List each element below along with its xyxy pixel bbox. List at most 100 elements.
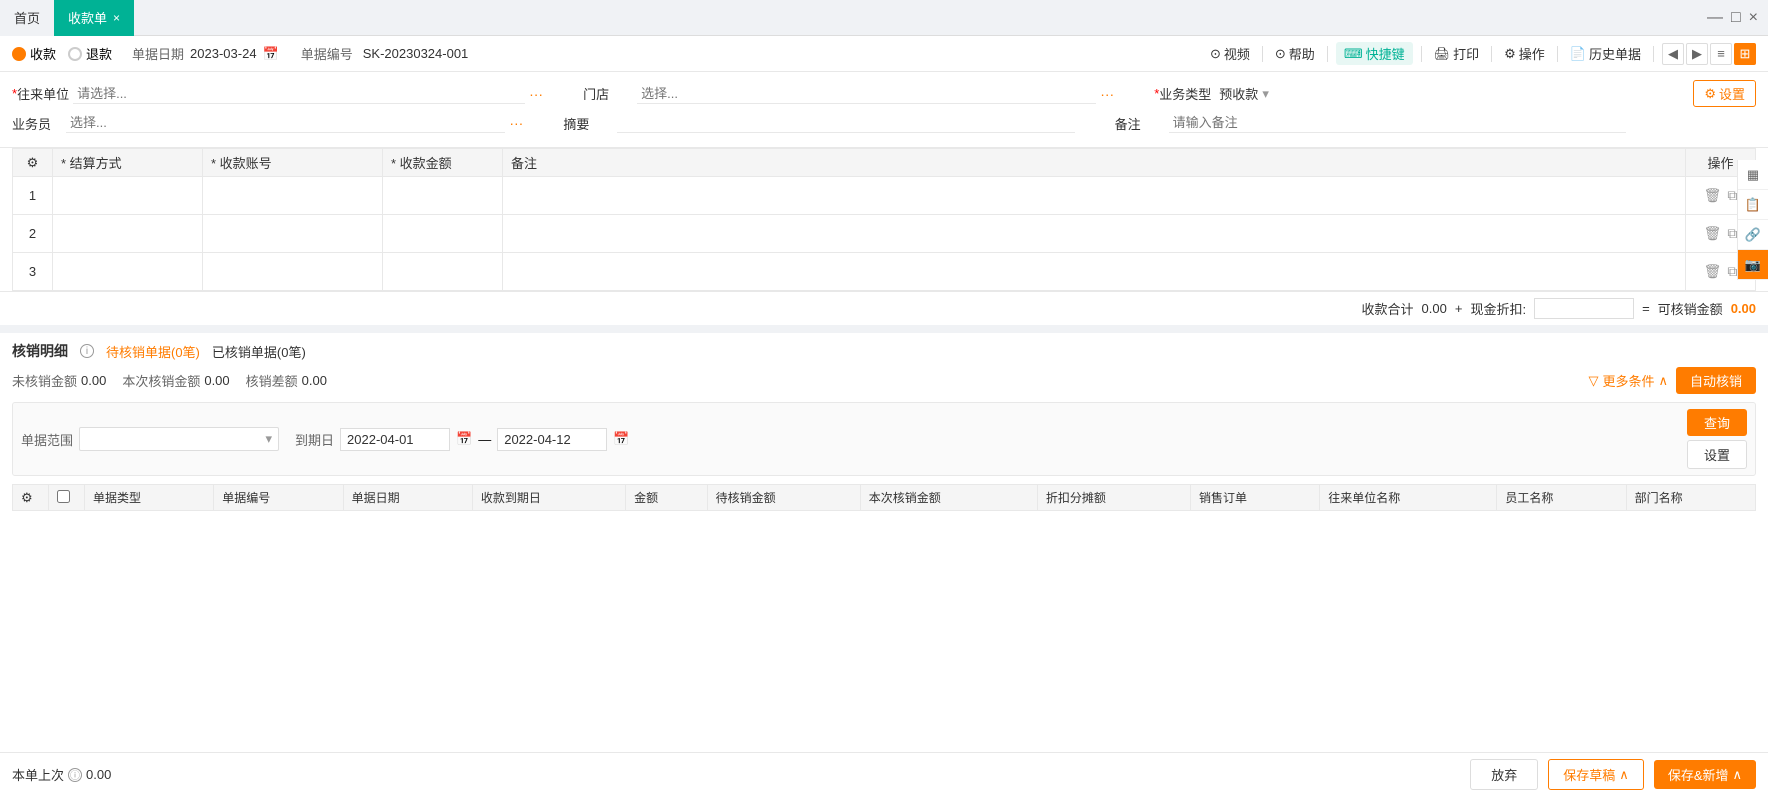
- refund-radio[interactable]: 退款: [68, 44, 112, 63]
- bottom-col-check[interactable]: [49, 485, 85, 511]
- table-row: 1 🗑 ⧉: [13, 177, 1756, 215]
- print-icon: 🖨: [1434, 46, 1451, 62]
- row1-amount[interactable]: [383, 177, 503, 215]
- panel-icon-doc[interactable]: 📋: [1738, 190, 1768, 220]
- store-more-btn[interactable]: ···: [1100, 86, 1114, 102]
- verification-info-icon[interactable]: i: [80, 344, 94, 358]
- operation-btn[interactable]: ⚙ 操作: [1500, 42, 1549, 65]
- remark-input[interactable]: [1169, 113, 1626, 133]
- tab-receipt[interactable]: 收款单 ×: [54, 0, 134, 36]
- row2-amount[interactable]: [383, 215, 503, 253]
- row1-remark[interactable]: [503, 177, 1686, 215]
- draft-btn-label: 保存草稿: [1563, 765, 1615, 784]
- business-type-dropdown[interactable]: ▾: [1262, 86, 1269, 102]
- table-gear-icon[interactable]: ⚙: [27, 155, 39, 170]
- date-to-calendar-icon[interactable]: 📅: [613, 431, 629, 447]
- win-close-btn[interactable]: ×: [1749, 9, 1758, 27]
- discount-input[interactable]: [1534, 298, 1634, 319]
- nav-next-btn[interactable]: ▶: [1686, 43, 1708, 65]
- salesperson-input[interactable]: [66, 113, 505, 133]
- win-minimize-btn[interactable]: —: [1707, 9, 1723, 27]
- history-btn[interactable]: 📄 历史单据: [1566, 42, 1645, 65]
- history-icon: 📄: [1570, 46, 1586, 62]
- panel-icon-table[interactable]: ▦: [1738, 160, 1768, 190]
- footer-right: 放弃 保存草稿 ∧ 保存&新增 ∧: [1470, 759, 1756, 790]
- discount-label: 现金折扣:: [1470, 299, 1526, 318]
- counterpart-input[interactable]: [73, 84, 525, 104]
- row3-account[interactable]: [203, 253, 383, 291]
- doc-date-calendar-icon[interactable]: 📅: [263, 46, 279, 62]
- video-icon: ⊙: [1210, 46, 1221, 62]
- date-from-input[interactable]: [340, 428, 450, 451]
- bottom-table-area: ⚙ 单据类型 单据编号 单据日期 收款到期日 金额 待核销金额 本次核销金额 折…: [12, 484, 1756, 744]
- row1-delete-icon[interactable]: 🗑: [1704, 187, 1722, 204]
- row1-method[interactable]: [53, 177, 203, 215]
- tab-close-icon[interactable]: ×: [113, 11, 120, 25]
- print-btn[interactable]: 🖨 打印: [1430, 42, 1484, 65]
- video-label: 视频: [1224, 44, 1250, 63]
- settings-btn-label: 设置: [1719, 84, 1745, 103]
- verified-tab[interactable]: 已核销单据(0笔): [212, 342, 306, 361]
- history-label: 历史单据: [1589, 44, 1641, 63]
- footer-current-label: 本单上次: [12, 765, 64, 784]
- operation-icon: ⚙: [1504, 46, 1516, 62]
- bottom-col-gear[interactable]: ⚙: [13, 485, 49, 511]
- tab-home[interactable]: 首页: [0, 0, 54, 36]
- summary-input[interactable]: [617, 113, 1074, 133]
- bottom-col-doc-no: 单据编号: [214, 485, 343, 511]
- row2-account[interactable]: [203, 215, 383, 253]
- select-all-checkbox[interactable]: [57, 490, 70, 503]
- more-conditions-btn[interactable]: ▽ 更多条件 ∧: [1588, 371, 1668, 390]
- draft-btn[interactable]: 保存草稿 ∧: [1548, 759, 1644, 790]
- nav-prev-btn[interactable]: ◀: [1662, 43, 1684, 65]
- footer-info-icon[interactable]: ⓘ: [68, 768, 82, 782]
- receipt-radio[interactable]: 收款: [12, 44, 56, 63]
- row3-remark[interactable]: [503, 253, 1686, 291]
- list-view-btn[interactable]: ≡: [1710, 43, 1732, 65]
- salesperson-more-btn[interactable]: ···: [509, 115, 523, 131]
- business-type-value: 预收款: [1219, 84, 1258, 103]
- counterpart-more-btn[interactable]: ···: [529, 86, 543, 102]
- row2-delete-icon[interactable]: 🗑: [1704, 225, 1722, 242]
- row3-delete-icon[interactable]: 🗑: [1704, 263, 1722, 280]
- shortcut-btn[interactable]: ⌨ 快捷键: [1336, 42, 1413, 65]
- bottom-col-due-date: 收款到期日: [472, 485, 625, 511]
- refund-radio-dot: [68, 47, 82, 61]
- filter-settings-btn[interactable]: 设置: [1687, 440, 1747, 469]
- range-select[interactable]: ▾: [79, 427, 279, 451]
- filter-actions: 查询 设置: [1687, 409, 1747, 469]
- bottom-col-dept: 部门名称: [1626, 485, 1755, 511]
- row1-copy-icon[interactable]: ⧉: [1727, 187, 1737, 204]
- help-btn[interactable]: ⊙ 帮助: [1271, 42, 1319, 65]
- row3-num: 3: [13, 253, 53, 291]
- panel-icon-link[interactable]: 🔗: [1738, 220, 1768, 250]
- row3-method[interactable]: [53, 253, 203, 291]
- store-input[interactable]: [637, 84, 1096, 104]
- pending-tab[interactable]: 待核销单据(0笔): [106, 342, 200, 361]
- total-label: 收款合计: [1362, 299, 1414, 318]
- row1-account[interactable]: [203, 177, 383, 215]
- bottom-col-discount: 折扣分摊额: [1037, 485, 1190, 511]
- row2-method[interactable]: [53, 215, 203, 253]
- auto-verify-btn[interactable]: 自动核销: [1676, 367, 1756, 394]
- table-gear-col[interactable]: ⚙: [13, 149, 53, 177]
- date-to-input[interactable]: [497, 428, 607, 451]
- grid-view-btn[interactable]: ⊞: [1734, 43, 1756, 65]
- row3-copy-icon[interactable]: ⧉: [1727, 263, 1737, 280]
- row3-amount[interactable]: [383, 253, 503, 291]
- query-btn[interactable]: 查询: [1687, 409, 1747, 436]
- row2-remark[interactable]: [503, 215, 1686, 253]
- save-btn[interactable]: 保存&新增 ∧: [1654, 760, 1756, 789]
- abandon-btn[interactable]: 放弃: [1470, 759, 1538, 790]
- unverified-amount-label: 未核销金额: [12, 371, 77, 390]
- diff-val: 0.00: [302, 373, 327, 388]
- row2-copy-icon[interactable]: ⧉: [1727, 225, 1737, 242]
- win-maximize-btn[interactable]: □: [1731, 9, 1741, 27]
- bottom-gear-icon[interactable]: ⚙: [21, 490, 33, 505]
- video-btn[interactable]: ⊙ 视频: [1206, 42, 1254, 65]
- panel-icon-camera[interactable]: 📷: [1738, 250, 1768, 280]
- date-from-calendar-icon[interactable]: 📅: [456, 431, 472, 447]
- footer-left: 本单上次 ⓘ 0.00: [12, 765, 111, 784]
- form-settings-btn[interactable]: ⚙ 设置: [1693, 80, 1756, 107]
- doc-date-label: 单据日期: [132, 44, 184, 63]
